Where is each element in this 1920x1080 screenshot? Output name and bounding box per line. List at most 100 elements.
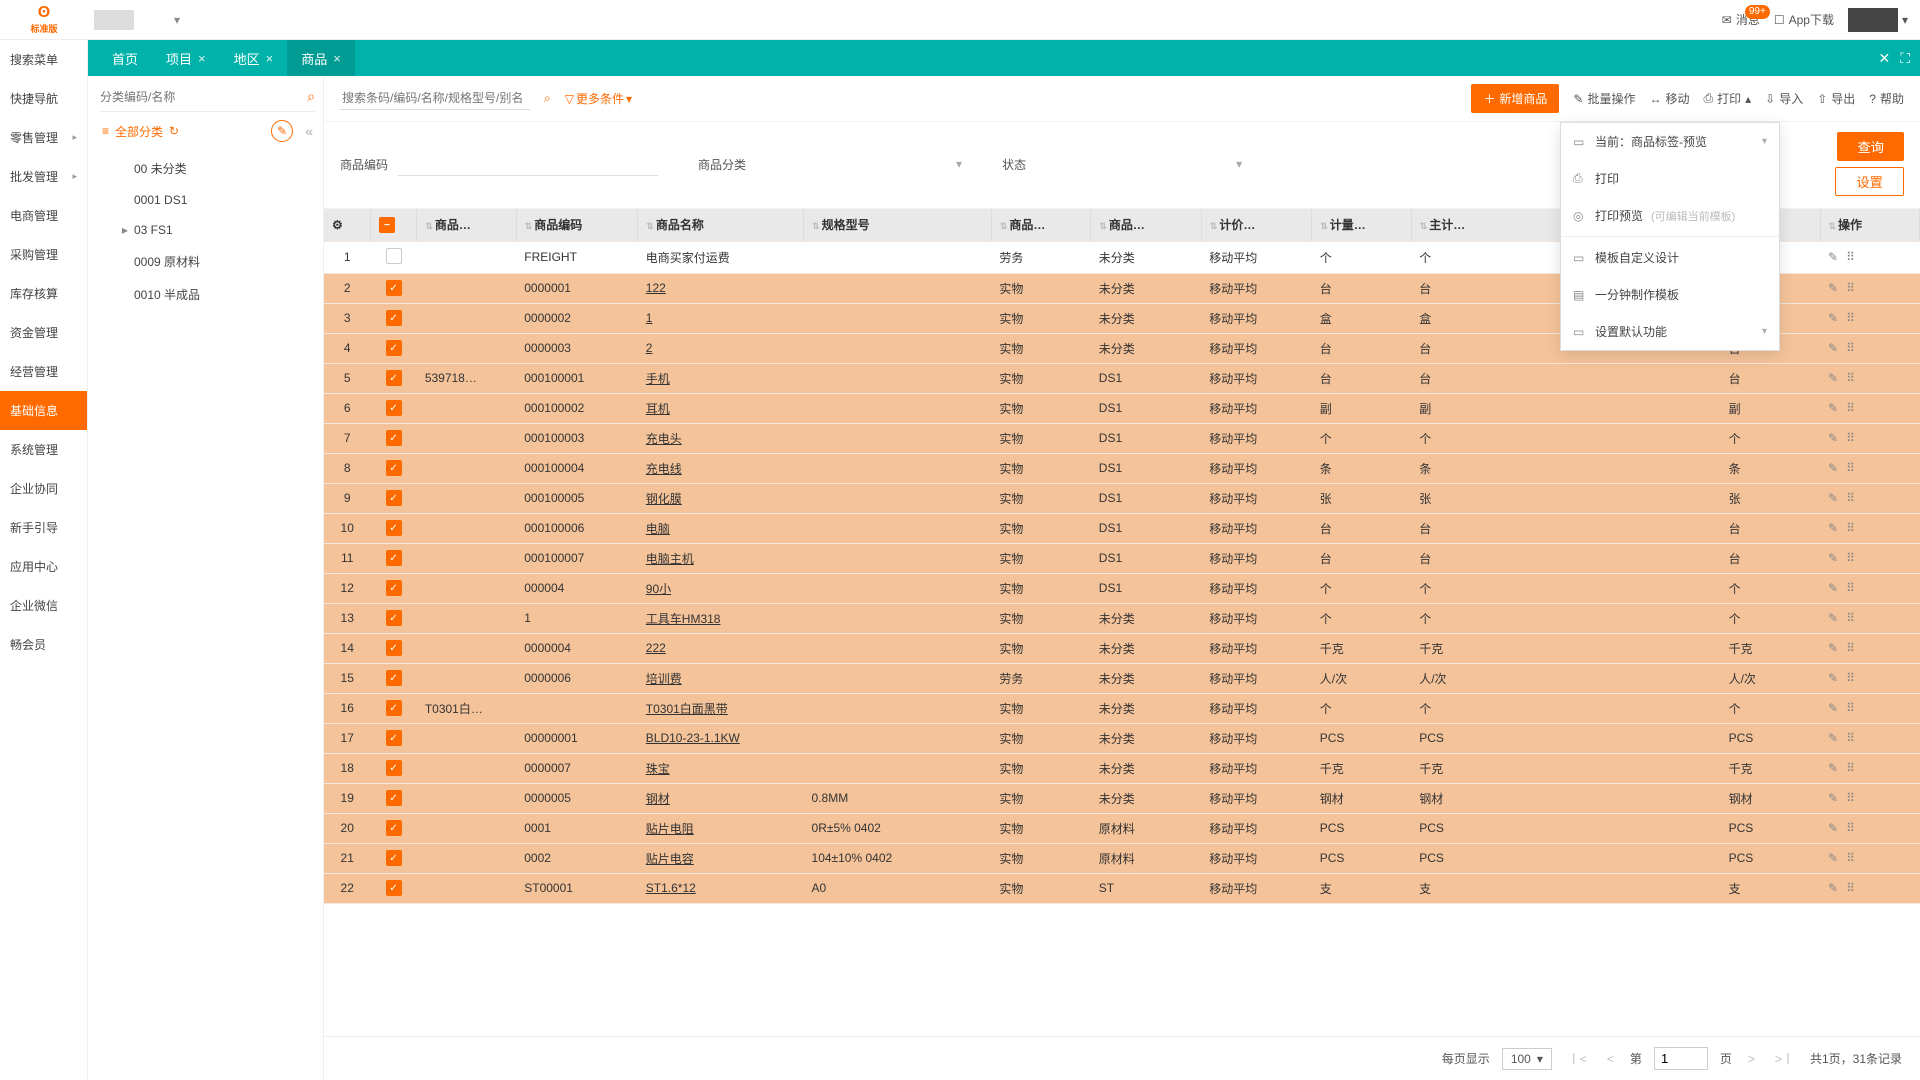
column-header[interactable]: ⇅计量… [1312, 209, 1411, 241]
edit-row-icon[interactable]: ✎ [1828, 551, 1838, 565]
edit-row-icon[interactable]: ✎ [1828, 250, 1838, 264]
tree-node[interactable]: 00 未分类 [100, 152, 315, 185]
user-menu[interactable]: ▾ [1848, 8, 1908, 32]
search-input[interactable] [340, 87, 530, 110]
help-button[interactable]: ?帮助 [1869, 90, 1904, 107]
table-row[interactable]: 12✓00000490小实物DS1移动平均个个个✎⠿ [324, 573, 1920, 603]
row-checkbox[interactable]: ✓ [386, 430, 402, 446]
edit-row-icon[interactable]: ✎ [1828, 701, 1838, 715]
print-preview[interactable]: ◎ 打印预览 (可编辑当前模板) [1561, 197, 1779, 234]
sidebar-item[interactable]: 基础信息 [0, 391, 87, 430]
product-name-link[interactable]: 培训费 [646, 672, 682, 686]
edit-row-icon[interactable]: ✎ [1828, 731, 1838, 745]
product-name-link[interactable]: 贴片电阻 [646, 822, 694, 836]
select-all-checkbox[interactable]: − [379, 217, 395, 233]
edit-row-icon[interactable]: ✎ [1828, 521, 1838, 535]
tree-node[interactable]: ▸03 FS1 [100, 215, 315, 245]
print-button[interactable]: ⎙打印▴ [1703, 90, 1751, 107]
product-name-link[interactable]: BLD10-23-1.1KW [646, 731, 740, 745]
tree-all-label[interactable]: 全部分类 [115, 123, 163, 140]
table-row[interactable]: 17✓00000001BLD10-23-1.1KW实物未分类移动平均PCSPCS… [324, 723, 1920, 753]
more-row-icon[interactable]: ⠿ [1846, 671, 1855, 685]
tree-node[interactable]: 0001 DS1 [100, 185, 315, 215]
more-row-icon[interactable]: ⠿ [1846, 521, 1855, 535]
row-checkbox[interactable]: ✓ [386, 400, 402, 416]
column-header[interactable]: ⇅商品… [991, 209, 1090, 241]
page-input[interactable] [1654, 1047, 1708, 1070]
filter-category[interactable]: 商品分类 ▾ [698, 156, 962, 173]
more-row-icon[interactable]: ⠿ [1846, 791, 1855, 805]
product-name-link[interactable]: 充电头 [646, 432, 682, 446]
table-row[interactable]: 5✓539718…000100001手机实物DS1移动平均台台台✎⠿ [324, 363, 1920, 393]
sidebar-item[interactable]: 快捷导航 [0, 79, 87, 118]
set-default[interactable]: ▭ 设置默认功能 ▾ [1561, 313, 1779, 350]
sidebar-item[interactable]: 企业协同 [0, 469, 87, 508]
edit-row-icon[interactable]: ✎ [1828, 401, 1838, 415]
sort-icon[interactable]: ⇅ [525, 221, 533, 231]
settings-button[interactable]: 设置 [1835, 167, 1904, 196]
table-row[interactable]: 20✓0001贴片电阻0R±5% 0402实物原材料移动平均PCSPCSPCS✎… [324, 813, 1920, 843]
row-checkbox[interactable]: ✓ [386, 460, 402, 476]
edit-row-icon[interactable]: ✎ [1828, 791, 1838, 805]
product-name-link[interactable]: 钢化膜 [646, 492, 682, 506]
edit-tree-button[interactable]: ✎ [271, 120, 293, 142]
column-header[interactable]: ⚙ [324, 209, 370, 241]
table-row[interactable]: 8✓000100004充电线实物DS1移动平均条条条✎⠿ [324, 453, 1920, 483]
more-filters-button[interactable]: ▽ 更多条件 ▾ [565, 90, 632, 107]
move-button[interactable]: ↔移动 [1649, 90, 1689, 107]
edit-row-icon[interactable]: ✎ [1828, 611, 1838, 625]
column-header[interactable]: ⇅商品… [1091, 209, 1201, 241]
row-checkbox[interactable]: ✓ [386, 490, 402, 506]
more-row-icon[interactable]: ⠿ [1846, 851, 1855, 865]
edit-row-icon[interactable]: ✎ [1828, 491, 1838, 505]
row-checkbox[interactable]: ✓ [386, 640, 402, 656]
row-checkbox[interactable]: ✓ [386, 580, 402, 596]
column-header[interactable]: ⇅商品编码 [516, 209, 638, 241]
more-row-icon[interactable]: ⠿ [1846, 641, 1855, 655]
close-icon[interactable]: × [333, 51, 341, 66]
template-quick[interactable]: ▤ 一分钟制作模板 [1561, 276, 1779, 313]
edit-row-icon[interactable]: ✎ [1828, 431, 1838, 445]
edit-row-icon[interactable]: ✎ [1828, 851, 1838, 865]
table-row[interactable]: 10✓000100006电脑实物DS1移动平均台台台✎⠿ [324, 513, 1920, 543]
product-name-link[interactable]: 手机 [646, 372, 670, 386]
sort-icon[interactable]: ⇅ [425, 221, 433, 231]
print-action[interactable]: ⎙ 打印 [1561, 160, 1779, 197]
row-checkbox[interactable]: ✓ [386, 760, 402, 776]
edit-row-icon[interactable]: ✎ [1828, 341, 1838, 355]
more-row-icon[interactable]: ⠿ [1846, 761, 1855, 775]
edit-row-icon[interactable]: ✎ [1828, 761, 1838, 775]
tab[interactable]: 首页 [98, 40, 152, 76]
product-name-link[interactable]: 222 [646, 641, 666, 655]
column-header[interactable]: ⇅操作 [1820, 209, 1920, 241]
more-row-icon[interactable]: ⠿ [1846, 250, 1855, 264]
gear-icon[interactable]: ⚙ [332, 218, 343, 232]
sort-icon[interactable]: ⇅ [1099, 221, 1107, 231]
product-name-link[interactable]: 珠宝 [646, 762, 670, 776]
edit-row-icon[interactable]: ✎ [1828, 281, 1838, 295]
sort-icon[interactable]: ⇅ [1829, 221, 1837, 231]
product-name-link[interactable]: 1 [646, 311, 653, 325]
table-row[interactable]: 14✓0000004222实物未分类移动平均千克千克千克✎⠿ [324, 633, 1920, 663]
edit-row-icon[interactable]: ✎ [1828, 371, 1838, 385]
next-page-button[interactable]: > [1744, 1052, 1759, 1066]
table-row[interactable]: 13✓1工具车HM318实物未分类移动平均个个个✎⠿ [324, 603, 1920, 633]
more-row-icon[interactable]: ⠿ [1846, 431, 1855, 445]
sidebar-item[interactable]: 零售管理▸ [0, 118, 87, 157]
column-header[interactable]: ⇅规格型号 [804, 209, 992, 241]
batch-button[interactable]: ✎批量操作 [1573, 90, 1635, 107]
sort-icon[interactable]: ⇅ [1210, 221, 1218, 231]
sidebar-item[interactable]: 应用中心 [0, 547, 87, 586]
table-row[interactable]: 9✓000100005钢化膜实物DS1移动平均张张张✎⠿ [324, 483, 1920, 513]
app-download-button[interactable]: ☐ App下载 [1774, 11, 1834, 28]
add-product-button[interactable]: ＋ 新增商品 [1471, 84, 1559, 113]
sort-icon[interactable]: ⇅ [1420, 221, 1428, 231]
first-page-button[interactable]: 丨< [1564, 1050, 1591, 1067]
product-name-link[interactable]: 电脑 [646, 522, 670, 536]
sidebar-item[interactable]: 电商管理 [0, 196, 87, 235]
sidebar-item[interactable]: 采购管理 [0, 235, 87, 274]
table-row[interactable]: 16✓T0301白…T0301白面黑带实物未分类移动平均个个个✎⠿ [324, 693, 1920, 723]
sidebar-item[interactable]: 经营管理 [0, 352, 87, 391]
row-checkbox[interactable]: ✓ [386, 880, 402, 896]
export-button[interactable]: ⇧导出 [1817, 90, 1855, 107]
